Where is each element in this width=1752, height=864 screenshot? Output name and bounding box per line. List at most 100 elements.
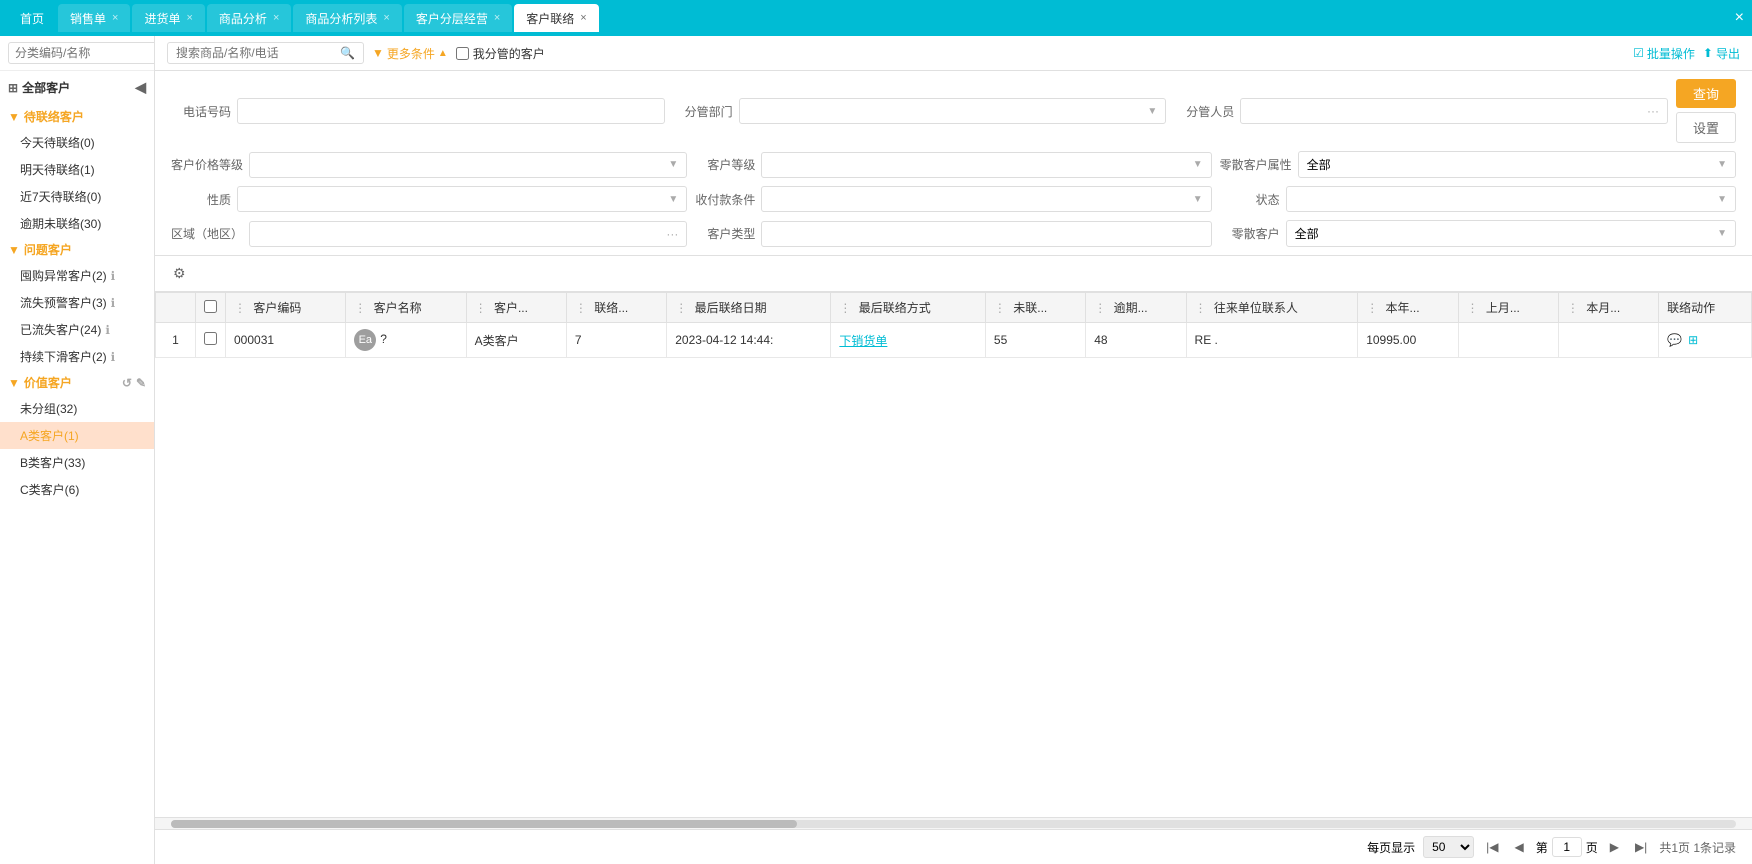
tab-sales[interactable]: 销售单 × — [58, 4, 130, 32]
person-input[interactable]: ··· — [1240, 98, 1668, 124]
tab-sales-close[interactable]: × — [112, 12, 118, 24]
col-contact-count: ⋮ 联络... — [566, 293, 666, 323]
row-type-1: A类客户 — [466, 323, 566, 358]
page-input[interactable] — [1552, 837, 1582, 857]
filter-row-1: 电话号码 分管部门 ▼ 分管人员 ··· 查询 设置 — [171, 79, 1736, 143]
sidebar-item-lost[interactable]: 已流失客户(24) ℹ — [0, 316, 154, 343]
row-actions-1: 💬 ⊞ — [1659, 323, 1752, 358]
sidebar-item-b-class[interactable]: B类客户(33) — [0, 449, 154, 476]
sidebar-item-c-class[interactable]: C类客户(6) — [0, 476, 154, 503]
payment-input[interactable]: ▼ — [761, 186, 1211, 212]
tab-customer-contact[interactable]: 客户联络 × — [514, 4, 598, 32]
area-input[interactable]: ··· — [249, 221, 687, 247]
query-button[interactable]: 查询 — [1676, 79, 1736, 108]
phone-input[interactable] — [237, 98, 665, 124]
sidebar-item-loss-warning[interactable]: 流失预警客户(3) ℹ — [0, 289, 154, 316]
refresh-icon[interactable]: ↺ — [122, 376, 132, 390]
setting-button[interactable]: 设置 — [1676, 112, 1736, 143]
batch-op-btn[interactable]: ☑ 批量操作 — [1633, 45, 1695, 62]
sidebar-item-7days[interactable]: 近7天待联络(0) — [0, 183, 154, 210]
sidebar-section-problem[interactable]: ▼ 问题客户 — [0, 237, 154, 262]
col-code-label: 客户编码 — [253, 301, 301, 315]
top-search-input[interactable] — [176, 46, 336, 60]
chat-icon-1[interactable]: 💬 — [1667, 333, 1682, 347]
col-name-label: 客户名称 — [374, 301, 422, 315]
tab-bar: 首页 销售单 × 进货单 × 商品分析 × 商品分析列表 × 客户分层经营 × … — [0, 0, 1752, 36]
scrollbar-thumb[interactable] — [171, 820, 797, 828]
tab-customer-contact-close[interactable]: × — [580, 12, 586, 24]
sidebar-collapse-icon[interactable]: ◀ — [135, 79, 146, 96]
table-area[interactable]: ⋮ 客户编码 ⋮ 客户名称 ⋮ 客户... ⋮ — [155, 292, 1752, 817]
tab-product-analysis-close[interactable]: × — [273, 12, 279, 24]
price-level-input[interactable]: ▼ — [249, 152, 687, 178]
sidebar-section-pending[interactable]: ▼ 待联络客户 — [0, 104, 154, 129]
sidebar-section-value[interactable]: ▼ 价值客户 ↺ ✎ — [0, 370, 154, 395]
col-overdue-label: 逾期... — [1114, 301, 1148, 315]
customer-type-label: 客户类型 — [695, 225, 755, 242]
retail-attr-input[interactable]: 全部 ▼ — [1298, 151, 1736, 178]
sidebar-item-a-class[interactable]: A类客户(1) — [0, 422, 154, 449]
tab-product-analysis-list-close[interactable]: × — [383, 12, 389, 24]
tab-purchase-close[interactable]: × — [186, 12, 192, 24]
row-select-1[interactable] — [204, 332, 217, 345]
tab-customer-tier-close[interactable]: × — [494, 12, 500, 24]
payment-label: 收付款条件 — [695, 191, 755, 208]
tab-purchase[interactable]: 进货单 × — [132, 4, 204, 32]
my-customers-checkbox-area[interactable]: 我分管的客户 — [456, 45, 545, 62]
row-checkbox-1[interactable] — [196, 323, 226, 358]
customer-type-input[interactable] — [761, 221, 1211, 247]
sidebar-item-tomorrow[interactable]: 明天待联络(1) — [0, 156, 154, 183]
table-toolbar: ⚙ — [155, 256, 1752, 292]
select-all-checkbox[interactable] — [204, 300, 217, 313]
info-icon-3: ℹ — [105, 323, 110, 337]
window-close-icon[interactable]: × — [1735, 9, 1744, 27]
retail-customer-input[interactable]: 全部 ▼ — [1286, 220, 1736, 247]
col-overdue: ⋮ 逾期... — [1086, 293, 1186, 323]
sidebar-all-customers[interactable]: ⊞ 全部客户 ◀ — [0, 71, 154, 104]
qr-icon-1[interactable]: ⊞ — [1688, 333, 1698, 347]
chevron-icon: ▲ — [438, 48, 448, 59]
page-label: 第 — [1536, 839, 1548, 856]
tab-home[interactable]: 首页 — [8, 4, 56, 32]
tab-customer-tier[interactable]: 客户分层经营 × — [404, 4, 512, 32]
edit-icon[interactable]: ✎ — [136, 376, 146, 390]
nature-input[interactable]: ▼ — [237, 186, 687, 212]
sidebar-item-ungroup[interactable]: 未分组(32) — [0, 395, 154, 422]
info-icon-4: ℹ — [111, 350, 116, 364]
tab-product-analysis-list[interactable]: 商品分析列表 × — [293, 4, 401, 32]
tab-product-analysis[interactable]: 商品分析 × — [207, 4, 291, 32]
status-input[interactable]: ▼ — [1286, 186, 1736, 212]
col-drag-unit: ⋮ — [1195, 301, 1207, 315]
data-table: ⋮ 客户编码 ⋮ 客户名称 ⋮ 客户... ⋮ — [155, 292, 1752, 358]
per-page-select[interactable]: 50 100 200 — [1423, 836, 1474, 858]
top-search-icon[interactable]: 🔍 — [340, 46, 355, 60]
retail-attr-label: 零散客户属性 — [1220, 156, 1292, 173]
col-customer-code: ⋮ 客户编码 — [226, 293, 346, 323]
table-settings-icon[interactable]: ⚙ — [167, 262, 192, 285]
page-last-btn[interactable]: ▶| — [1631, 838, 1651, 856]
row-action-icons-1: 💬 ⊞ — [1667, 333, 1743, 347]
export-btn[interactable]: ⬆ 导出 — [1703, 45, 1740, 62]
dept-input[interactable]: ▼ — [739, 98, 1167, 124]
sidebar-item-overdue-contact[interactable]: 逾期未联络(30) — [0, 210, 154, 237]
a-class-label: A类客户(1) — [20, 427, 79, 444]
filter-area: 区域（地区） ··· — [171, 221, 687, 247]
col-unit-label: 往来单位联系人 — [1214, 301, 1298, 315]
page-prev-btn[interactable]: ◀ — [1510, 838, 1527, 856]
sidebar-item-declining[interactable]: 持续下滑客户(2) ℹ — [0, 343, 154, 370]
my-customers-checkbox[interactable] — [456, 47, 469, 60]
nature-label: 性质 — [171, 191, 231, 208]
last-method-link-1[interactable]: 下销货单 — [839, 334, 887, 348]
sidebar-item-today[interactable]: 今天待联络(0) — [0, 129, 154, 156]
info-icon-1: ℹ — [111, 269, 116, 283]
top-toolbar: 🔍 ▼ 更多条件 ▲ 我分管的客户 ☑ 批量操作 ⬆ 导出 — [155, 36, 1752, 71]
horizontal-scrollbar[interactable] — [155, 817, 1752, 829]
page-next-btn[interactable]: ▶ — [1606, 838, 1623, 856]
person-dots: ··· — [1647, 104, 1659, 118]
page-first-btn[interactable]: |◀ — [1482, 838, 1502, 856]
sidebar-search-input[interactable] — [8, 42, 155, 64]
customer-level-input[interactable]: ▼ — [761, 152, 1211, 178]
more-conditions-btn[interactable]: ▼ 更多条件 ▲ — [372, 45, 448, 62]
batch-op-label: 批量操作 — [1647, 45, 1695, 62]
sidebar-item-abnormal-stock[interactable]: 囤购异常客户(2) ℹ — [0, 262, 154, 289]
